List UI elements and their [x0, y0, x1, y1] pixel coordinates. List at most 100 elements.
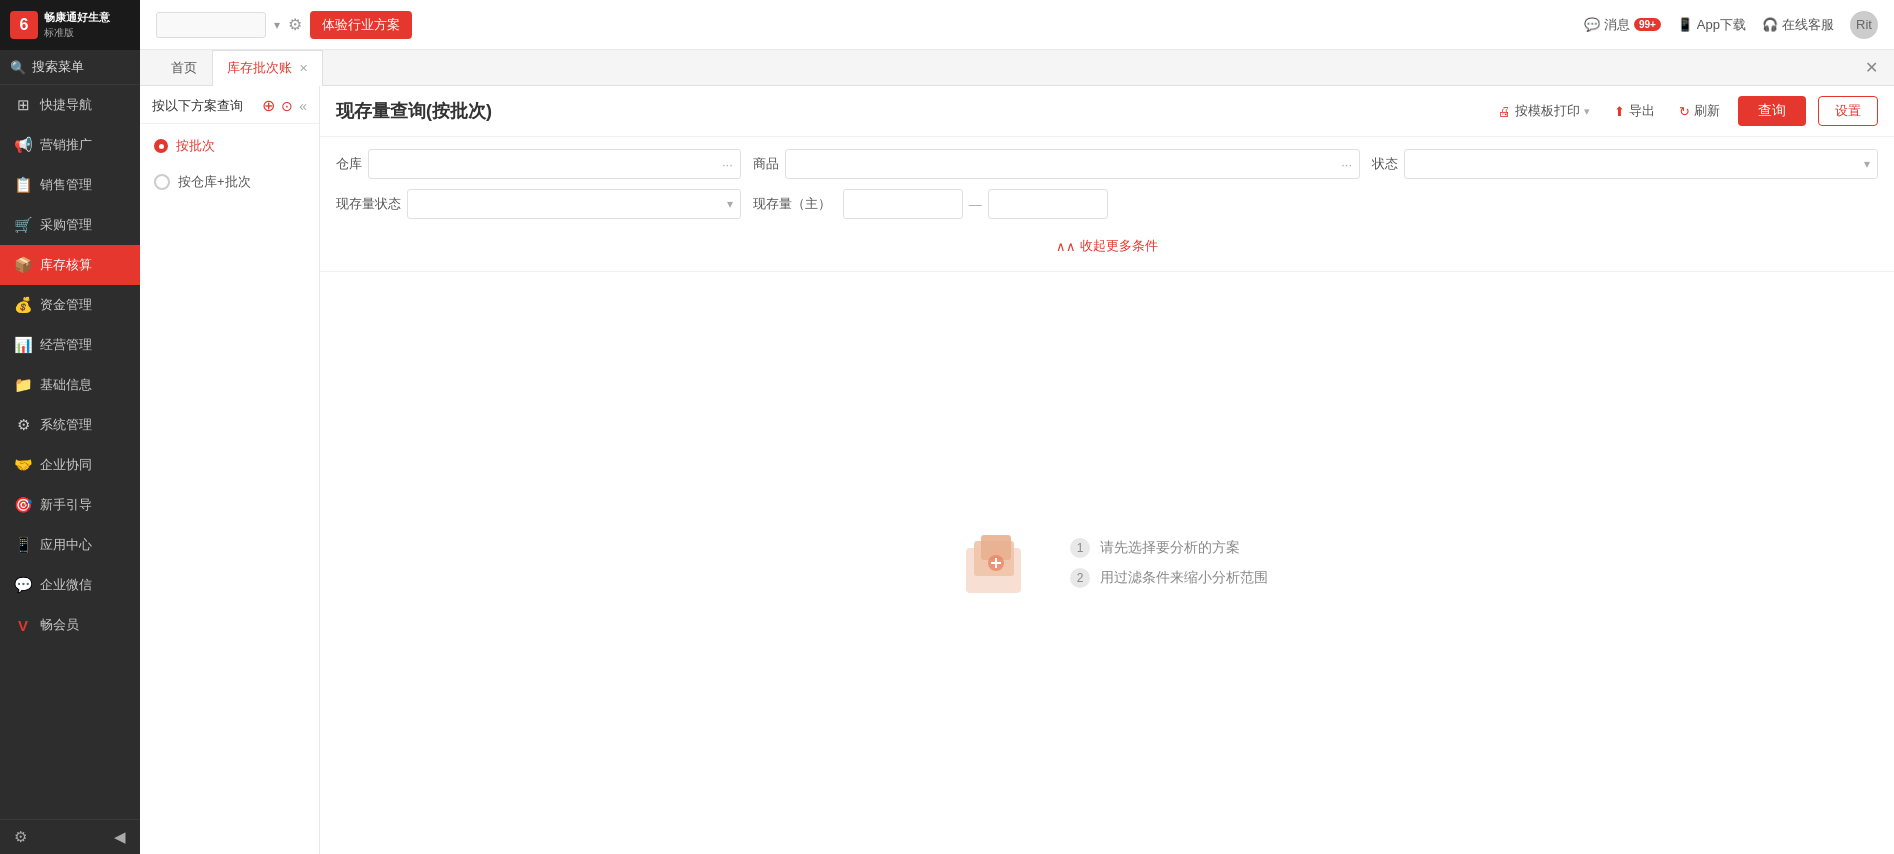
topbar: ▾ ⚙ 体验行业方案 💬 消息 99+ 📱 App下载 🎧 在线客服 Rit	[140, 0, 1894, 50]
sidebar-item-operations[interactable]: 📊 经营管理	[0, 325, 140, 365]
qty-separator: —	[969, 197, 982, 212]
sidebar-collapse-icon[interactable]: ◀	[114, 828, 126, 846]
stock-status-field: 现存量状态 ▾	[336, 189, 741, 219]
system-icon: ⚙	[14, 416, 32, 434]
filter-panel: 按以下方案查询 ⊕ ⊙ « 按批次 按仓库+批次	[140, 86, 320, 854]
tab-close-icon[interactable]: ✕	[299, 62, 308, 75]
sidebar-item-purchase[interactable]: 🛒 采购管理	[0, 205, 140, 245]
user-avatar[interactable]: Rit	[1850, 11, 1878, 39]
topbar-gear-icon[interactable]: ⚙	[288, 15, 302, 34]
warehouse-field: 仓库 ···	[336, 149, 741, 179]
condition-row-1: 仓库 ··· 商品 ··· 状态	[336, 149, 1878, 179]
filter-panel-actions: ⊕ ⊙ «	[262, 96, 307, 115]
tab-panel-close: ✕	[1865, 58, 1878, 77]
condition-row-2: 现存量状态 ▾ 现存量（主） —	[336, 189, 1878, 219]
settings-icon[interactable]: ⚙	[14, 828, 27, 846]
panel-close-icon[interactable]: ✕	[1865, 58, 1878, 77]
brand-text: 畅康通好生意 标准版	[44, 10, 110, 39]
phone-icon: 📱	[1677, 17, 1693, 32]
sidebar-bottom: ⚙ ◀	[0, 819, 140, 854]
refresh-action-btn[interactable]: ↻ 刷新	[1673, 99, 1726, 123]
warehouse-dots-icon[interactable]: ···	[722, 157, 733, 172]
sidebar-item-wechat[interactable]: 💬 企业微信	[0, 565, 140, 605]
members-icon: V	[14, 616, 32, 634]
sidebar-item-guide[interactable]: 🎯 新手引导	[0, 485, 140, 525]
add-filter-icon[interactable]: ⊕	[262, 96, 275, 115]
sidebar-item-basics[interactable]: 📁 基础信息	[0, 365, 140, 405]
sales-icon: 📋	[14, 176, 32, 194]
sidebar-item-marketing[interactable]: 📢 营销推广	[0, 125, 140, 165]
content-wrap: 按以下方案查询 ⊕ ⊙ « 按批次 按仓库+批次	[140, 86, 1894, 854]
collapse-filter-icon[interactable]: «	[299, 98, 307, 114]
empty-step-1: 1 请先选择要分析的方案	[1070, 538, 1268, 558]
product-input[interactable]	[785, 149, 1360, 179]
stock-status-label: 现存量状态	[336, 195, 401, 213]
sidebar-item-members[interactable]: V 畅会员	[0, 605, 140, 645]
app-download-action[interactable]: 📱 App下载	[1677, 16, 1746, 34]
settings-button[interactable]: 设置	[1818, 96, 1878, 126]
sidebar-item-finance[interactable]: 💰 资金管理	[0, 285, 140, 325]
quick-nav-icon: ⊞	[14, 96, 32, 114]
filter-item-by-batch[interactable]: 按批次	[140, 128, 319, 164]
filter-panel-header: 按以下方案查询 ⊕ ⊙ «	[140, 86, 319, 124]
status-select[interactable]	[1404, 149, 1878, 179]
radio-by-warehouse-batch	[154, 174, 170, 190]
message-icon: 💬	[1584, 17, 1600, 32]
marketing-icon: 📢	[14, 136, 32, 154]
sidebar-item-enterprise[interactable]: 🤝 企业协同	[0, 445, 140, 485]
collapse-conditions-row[interactable]: ∧∧ 收起更多条件	[336, 229, 1878, 259]
product-input-wrap: ···	[785, 149, 1360, 179]
topbar-search-input[interactable]	[156, 12, 266, 38]
refresh-icon: ↻	[1679, 104, 1690, 119]
query-button[interactable]: 查询	[1738, 96, 1806, 126]
filter-item-by-warehouse-batch[interactable]: 按仓库+批次	[140, 164, 319, 200]
basics-icon: 📁	[14, 376, 32, 394]
stock-qty-max-input[interactable]	[988, 189, 1108, 219]
export-icon: ⬆	[1614, 104, 1625, 119]
stock-status-select-wrap: ▾	[407, 189, 741, 219]
warehouse-input[interactable]	[368, 149, 741, 179]
settings-filter-icon[interactable]: ⊙	[281, 98, 293, 114]
empty-state: 1 请先选择要分析的方案 2 用过滤条件来缩小分析范围	[320, 272, 1894, 854]
page-title-bar: 现存量查询(按批次) 🖨 按模板打印 ▾ ⬆ 导出 ↻ 刷新	[320, 86, 1894, 137]
empty-illustration	[946, 513, 1046, 613]
stock-qty-field: 现存量（主） —	[753, 189, 1360, 219]
empty-step-2: 2 用过滤条件来缩小分析范围	[1070, 568, 1268, 588]
product-dots-icon[interactable]: ···	[1341, 157, 1352, 172]
search-conditions: 仓库 ··· 商品 ··· 状态	[320, 137, 1894, 272]
sidebar-item-inventory[interactable]: 📦 库存核算	[0, 245, 140, 285]
topbar-left: ▾ ⚙ 体验行业方案	[156, 11, 412, 39]
stock-qty-label: 现存量（主）	[753, 195, 831, 213]
topbar-chevron-icon[interactable]: ▾	[274, 18, 280, 32]
sidebar-item-sales[interactable]: 📋 销售管理	[0, 165, 140, 205]
status-label: 状态	[1372, 155, 1398, 173]
sidebar-item-quick-nav[interactable]: ⊞ 快捷导航	[0, 85, 140, 125]
messages-action[interactable]: 💬 消息 99+	[1584, 16, 1661, 34]
search-icon: 🔍	[10, 60, 26, 75]
export-action-btn[interactable]: ⬆ 导出	[1608, 99, 1661, 123]
print-action-btn[interactable]: 🖨 按模板打印 ▾	[1492, 99, 1596, 123]
product-field: 商品 ···	[753, 149, 1360, 179]
tab-inventory-batch[interactable]: 库存批次账 ✕	[212, 50, 323, 86]
stock-status-select[interactable]	[407, 189, 741, 219]
sidebar-item-system[interactable]: ⚙ 系统管理	[0, 405, 140, 445]
online-service-action[interactable]: 🎧 在线客服	[1762, 16, 1834, 34]
topbar-right: 💬 消息 99+ 📱 App下载 🎧 在线客服 Rit	[1584, 11, 1878, 39]
warehouse-label: 仓库	[336, 155, 362, 173]
empty-steps: 1 请先选择要分析的方案 2 用过滤条件来缩小分析范围	[1070, 538, 1268, 588]
product-label: 商品	[753, 155, 779, 173]
sidebar-item-apps[interactable]: 📱 应用中心	[0, 525, 140, 565]
sidebar-search-item[interactable]: 🔍 搜索菜单	[0, 50, 140, 85]
messages-badge: 99+	[1634, 18, 1661, 31]
sidebar: 6 畅康通好生意 标准版 🔍 搜索菜单 ⊞ 快捷导航 📢 营销推广 📋 销售管理…	[0, 0, 140, 854]
filter-list: 按批次 按仓库+批次	[140, 124, 319, 854]
step-2-num: 2	[1070, 568, 1090, 588]
guide-icon: 🎯	[14, 496, 32, 514]
tab-home[interactable]: 首页	[156, 50, 212, 86]
tabs-bar: 首页 库存批次账 ✕ ✕	[140, 50, 1894, 86]
stock-qty-min-input[interactable]	[843, 189, 963, 219]
status-select-wrap: ▾	[1404, 149, 1878, 179]
industry-btn[interactable]: 体验行业方案	[310, 11, 412, 39]
page-title: 现存量查询(按批次)	[336, 99, 492, 123]
page-actions: 🖨 按模板打印 ▾ ⬆ 导出 ↻ 刷新 查询 设置	[1492, 96, 1878, 126]
